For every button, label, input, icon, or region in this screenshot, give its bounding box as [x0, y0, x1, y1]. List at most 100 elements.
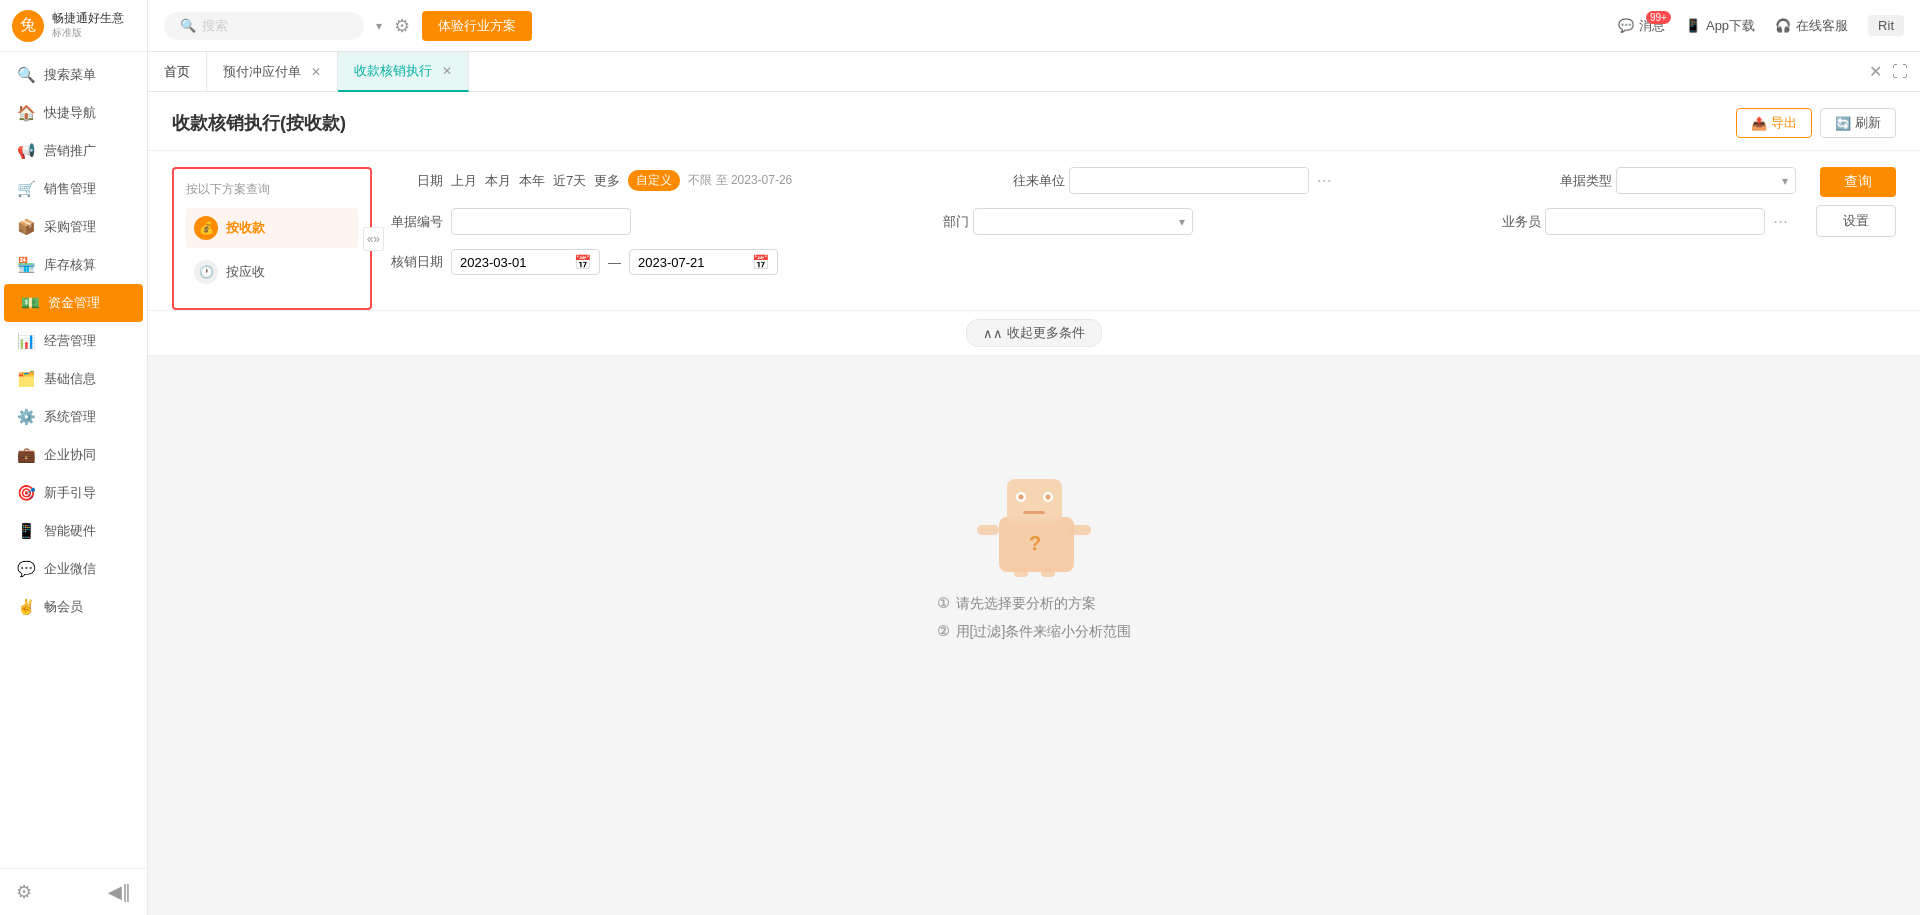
sidebar-item-label: 库存核算 [44, 256, 96, 274]
sidebar-item-guide[interactable]: 🎯 新手引导 [0, 474, 147, 512]
app-download-action[interactable]: 📱 App下载 [1685, 17, 1755, 35]
export-button[interactable]: 📤 导出 [1736, 108, 1812, 138]
app-logo: 兔 畅捷通好生意 标准版 [0, 0, 147, 52]
staff-input[interactable] [1545, 208, 1765, 235]
verify-date-range: 📅 — 📅 [451, 249, 778, 275]
date-custom-tag[interactable]: 自定义 [628, 170, 680, 191]
sidebar-item-member[interactable]: ✌️ 畅会员 [0, 588, 147, 626]
date-this-year[interactable]: 本年 [519, 172, 545, 190]
collapse-sidebar-icon[interactable]: ◀‖ [108, 881, 131, 903]
settings-button[interactable]: 设置 [1816, 205, 1896, 237]
operations-icon: 📊 [16, 332, 36, 350]
doc-no-label: 单据编号 [388, 213, 443, 231]
tab-actions: ✕ ⛶ [1857, 62, 1920, 81]
message-action[interactable]: 💬 消息 99+ [1618, 17, 1665, 35]
calendar-end-icon[interactable]: 📅 [752, 254, 769, 270]
doc-no-input[interactable] [451, 208, 631, 235]
chevron-down-icon[interactable]: ▾ [376, 19, 382, 33]
date-last-7-days[interactable]: 近7天 [553, 172, 586, 190]
filter-row-1: 日期 上月 本月 本年 近7天 更多 自定义 不限 至 2023-07-26 [388, 167, 1896, 275]
sidebar-item-label: 销售管理 [44, 180, 96, 198]
header-right: 💬 消息 99+ 📱 App下载 🎧 在线客服 Rit [1618, 15, 1904, 36]
doc-type-select[interactable] [1616, 167, 1796, 194]
sidebar-item-quick-nav[interactable]: 🏠 快捷导航 [0, 94, 147, 132]
sidebar-item-operations[interactable]: 📊 经营管理 [0, 322, 147, 360]
svg-rect-8 [1069, 525, 1091, 535]
receivable-option-label: 按应收 [226, 263, 265, 281]
collapse-more-button[interactable]: ∧∧ 收起更多条件 [966, 319, 1102, 347]
filter-row-3: 核销日期 📅 — 📅 [388, 249, 1796, 275]
date-shortcuts: 上月 本月 本年 近7天 更多 自定义 [451, 170, 680, 191]
sidebar-item-hardware[interactable]: 📱 智能硬件 [0, 512, 147, 550]
inventory-icon: 🏪 [16, 256, 36, 274]
doc-type-label: 单据类型 [1552, 172, 1612, 190]
header-search-bar[interactable]: 🔍 搜索 [164, 12, 364, 40]
dept-select[interactable] [973, 208, 1193, 235]
logo-icon: 兔 [12, 10, 44, 42]
hint-num-1: ① [937, 589, 950, 617]
system-icon: ⚙️ [16, 408, 36, 426]
sidebar-item-inventory[interactable]: 🏪 库存核算 [0, 246, 147, 284]
tab-prepay-label: 预付冲应付单 [223, 63, 301, 81]
collapse-more-bar: ∧∧ 收起更多条件 [148, 311, 1920, 356]
sidebar-item-sales[interactable]: 🛒 销售管理 [0, 170, 147, 208]
date-more[interactable]: 更多 [594, 172, 620, 190]
empty-hint-1: 请先选择要分析的方案 [956, 589, 1096, 617]
verify-date-start[interactable] [460, 255, 570, 270]
tab-receipt-label: 收款核销执行 [354, 62, 432, 80]
sidebar-item-label: 资金管理 [48, 294, 100, 312]
tab-prepay[interactable]: 预付冲应付单 ✕ [207, 52, 338, 92]
settings-bottom-icon[interactable]: ⚙ [16, 881, 32, 903]
svg-point-5 [1046, 495, 1051, 500]
page-header: 收款核销执行(按收款) 📤 导出 🔄 刷新 [148, 92, 1920, 151]
sidebar-item-system[interactable]: ⚙️ 系统管理 [0, 398, 147, 436]
download-icon: 📱 [1685, 18, 1701, 33]
page-header-actions: 📤 导出 🔄 刷新 [1736, 108, 1896, 150]
filter-row-2: 单据编号 部门 业务员 [388, 208, 1796, 235]
receivable-option-icon: 🕐 [194, 260, 218, 284]
page-content: 收款核销执行(按收款) 📤 导出 🔄 刷新 按以下方案查询 💰 按收款 [148, 92, 1920, 915]
sidebar-item-basic-info[interactable]: 🗂️ 基础信息 [0, 360, 147, 398]
partner-dots-icon[interactable]: ··· [1317, 170, 1332, 191]
query-button[interactable]: 查询 [1820, 167, 1896, 197]
receipt-option-label: 按收款 [226, 219, 265, 237]
partner-input[interactable] [1069, 167, 1309, 194]
filter-date-row: 日期 上月 本月 本年 近7天 更多 自定义 不限 至 2023-07-26 [388, 167, 1796, 194]
tab-close-receipt[interactable]: ✕ [442, 64, 452, 78]
date-last-month[interactable]: 上月 [451, 172, 477, 190]
receipt-option-icon: 💰 [194, 216, 218, 240]
filter-collapse-icon[interactable]: «» [363, 227, 384, 251]
sidebar-item-wechat[interactable]: 💬 企业微信 [0, 550, 147, 588]
sidebar-item-label: 快捷导航 [44, 104, 96, 122]
tab-receipt[interactable]: 收款核销执行 ✕ [338, 52, 469, 92]
sidebar-item-marketing[interactable]: 📢 营销推广 [0, 132, 147, 170]
refresh-button[interactable]: 🔄 刷新 [1820, 108, 1896, 138]
user-avatar[interactable]: Rit [1868, 15, 1904, 36]
hint-num-2: ② [937, 617, 950, 645]
close-tab-icon[interactable]: ✕ [1869, 62, 1882, 81]
online-service-action[interactable]: 🎧 在线客服 [1775, 17, 1848, 35]
calendar-start-icon[interactable]: 📅 [574, 254, 591, 270]
top-header: 🔍 搜索 ▾ ⚙ 体验行业方案 💬 消息 99+ 📱 App下载 🎧 在线客服 [148, 0, 1920, 52]
search-icon: 🔍 [180, 18, 196, 33]
sidebar-item-finance[interactable]: 💵 资金管理 [4, 284, 143, 322]
expand-tab-icon[interactable]: ⛶ [1892, 63, 1908, 81]
sidebar-item-label: 企业微信 [44, 560, 96, 578]
filter-option-receivable[interactable]: 🕐 按应收 [186, 252, 358, 292]
sidebar-item-label: 搜索菜单 [44, 66, 96, 84]
staff-dots-icon[interactable]: ··· [1773, 211, 1788, 232]
sidebar-item-enterprise[interactable]: 💼 企业协同 [0, 436, 147, 474]
tab-home[interactable]: 首页 [148, 52, 207, 92]
verify-date-end[interactable] [638, 255, 748, 270]
date-label: 日期 [388, 172, 443, 190]
tab-close-prepay[interactable]: ✕ [311, 65, 321, 79]
wechat-icon: 💬 [16, 560, 36, 578]
sidebar-item-search[interactable]: 🔍 搜索菜单 [0, 56, 147, 94]
date-this-month[interactable]: 本月 [485, 172, 511, 190]
filter-option-receipt[interactable]: 💰 按收款 [186, 208, 358, 248]
gear-icon[interactable]: ⚙ [394, 15, 410, 37]
header-left: 🔍 搜索 ▾ ⚙ 体验行业方案 [164, 11, 532, 41]
sidebar-item-purchase[interactable]: 📦 采购管理 [0, 208, 147, 246]
tab-home-label: 首页 [164, 63, 190, 81]
industry-solution-button[interactable]: 体验行业方案 [422, 11, 532, 41]
